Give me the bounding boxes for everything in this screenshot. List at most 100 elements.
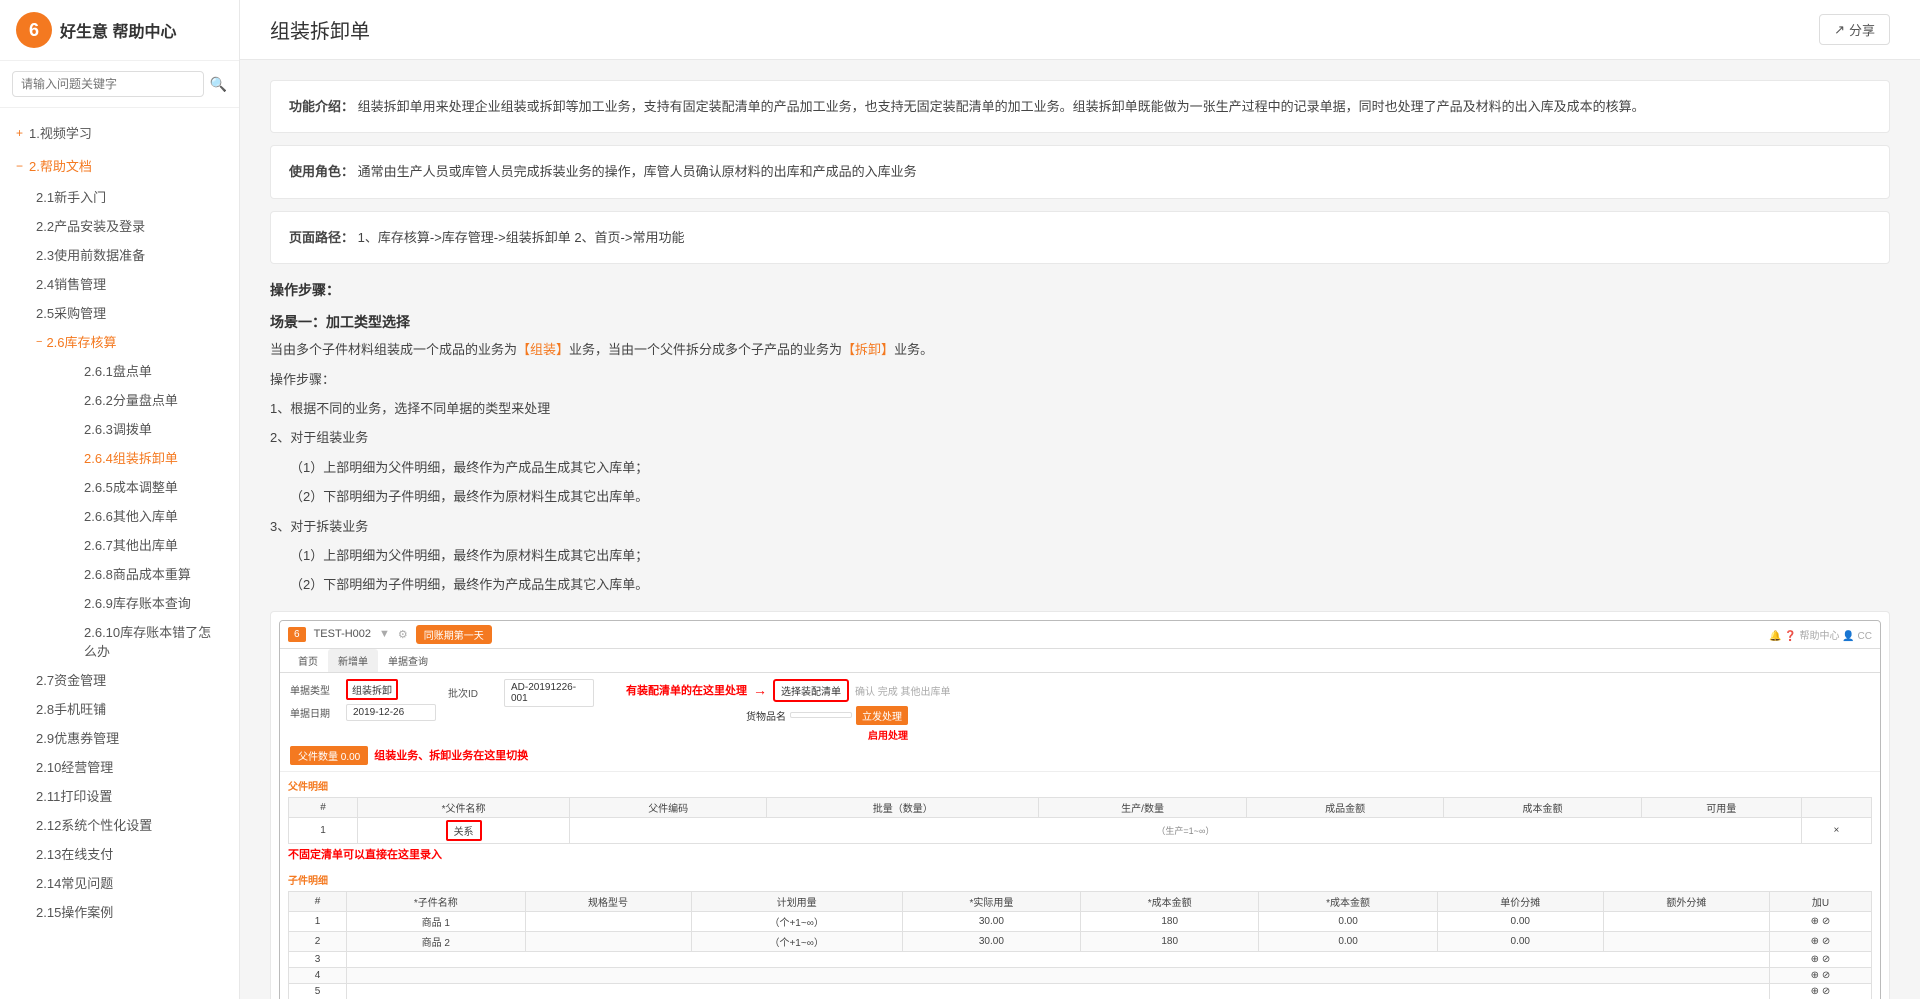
sim-orange-section-btn[interactable]: 父件数量 0.00 <box>290 746 368 765</box>
sim-td2-3: 3 <box>289 951 347 967</box>
sim-logo: 6 <box>288 627 306 642</box>
intro-text: 功能介绍： 组装拆卸单用来处理企业组装或拆卸等加工业务，支持有固定装配清单的产品… <box>289 95 1871 118</box>
sidebar-sub-faq[interactable]: 2.14常见问题 <box>0 868 239 897</box>
table-row: 1 关系 （生产=1~∞） × <box>289 817 1872 843</box>
sidebar-sub-print[interactable]: 2.11打印设置 <box>0 781 239 810</box>
sim-table2-area: 子件明细 # *子件名称 规格型号 计划用量 *实际用量 *成本金额 *成本金额 <box>280 866 1880 999</box>
sim-td2-empty3 <box>347 951 1770 967</box>
sim-td2-empty5 <box>347 983 1770 999</box>
sim-td-delete[interactable]: × <box>1801 817 1871 843</box>
sidebar-item-video[interactable]: + 1.视频学习 <box>0 116 239 149</box>
sim-screen: 6 TEST-H002 ▼ ⚙ 同账期第一天 🔔 ❓ 帮助中心 👤 CC 首页 … <box>279 620 1881 999</box>
sim-icons-right: 🔔 ❓ 帮助中心 👤 CC <box>1769 627 1872 642</box>
sim-annotation2-row: 父件数量 0.00 组装业务、拆卸业务在这里切换 <box>290 746 1870 765</box>
step2-sub1: （1）上部明细为父件明细，最终作为产成品生成其它入库单； <box>270 456 1890 479</box>
sim-annotation1-text: 有装配清单的在这里处理 <box>626 682 747 698</box>
sidebar-sub-install[interactable]: 2.2产品安装及登录 <box>0 211 239 240</box>
sidebar-sub-customize[interactable]: 2.12系统个性化设置 <box>0 810 239 839</box>
table-row: 2 商品 2 （个+1~∞） 30.00 180 0.00 0.00 ⊕ ⊘ <box>289 931 1872 951</box>
sidebar-sub-purchase[interactable]: 2.5采购管理 <box>0 298 239 327</box>
sim-period-btn[interactable]: 同账期第一天 <box>416 625 492 644</box>
table-row: 5 ⊕ ⊘ <box>289 983 1872 999</box>
sidebar-sub-assembly[interactable]: 2.6.4组装拆卸单 <box>48 443 239 472</box>
sidebar-sub-cases[interactable]: 2.15操作案例 <box>0 897 239 926</box>
sidebar-item-help-docs[interactable]: − 2.帮助文档 <box>0 149 239 182</box>
sim-nav-list[interactable]: 单据查询 <box>378 649 438 672</box>
sim-td2-5: 5 <box>289 983 347 999</box>
sim-td2-extra2 <box>1603 931 1769 951</box>
sidebar-sub-newcomer[interactable]: 2.1新手入门 <box>0 182 239 211</box>
sim-th2-action: 加U <box>1769 891 1871 911</box>
page-title: 组装拆卸单 <box>270 15 370 44</box>
sim-td2-1: 1 <box>289 911 347 931</box>
sidebar-sub-online-pay[interactable]: 2.13在线支付 <box>0 839 239 868</box>
sidebar: 6 好生意 帮助中心 🔍 + 1.视频学习 − 2.帮助文档 2.1新手入门 2… <box>0 0 240 999</box>
sim-td2-act1[interactable]: ⊕ ⊘ <box>1769 911 1871 931</box>
sidebar-sub-mobile[interactable]: 2.8手机旺铺 <box>0 694 239 723</box>
sim-td2-plan1: （个+1~∞） <box>691 911 902 931</box>
sim-th2-plan-qty: 计划用量 <box>691 891 902 911</box>
sim-td2-4: 4 <box>289 967 347 983</box>
expand-icon: + <box>16 126 23 140</box>
sim-label-type: 单据类型 <box>290 682 340 697</box>
sidebar-sub-adjust[interactable]: 2.6.3调拨单 <box>48 414 239 443</box>
sidebar-sub-data-prep[interactable]: 2.3使用前数据准备 <box>0 240 239 269</box>
sidebar-sub-other-out[interactable]: 2.6.7其他出库单 <box>48 530 239 559</box>
sim-td2-act4[interactable]: ⊕ ⊘ <box>1769 967 1871 983</box>
sim-label-batchid: 批次ID <box>448 685 498 700</box>
sim-dropdown-icon: ▼ <box>379 628 390 640</box>
sim-td2-2: 2 <box>289 931 347 951</box>
path-block: 页面路径： 1、库存核算->库存管理->组装拆卸单 2、首页->常用功能 <box>270 211 1890 264</box>
share-button[interactable]: ↗ 分享 <box>1819 14 1890 45</box>
sim-td2-actual2: 30.00 <box>902 931 1080 951</box>
sim-nav-assembly[interactable]: 新增单 <box>328 649 378 672</box>
search-input[interactable] <box>12 71 204 97</box>
sidebar-sub-cost-adjust[interactable]: 2.6.5成本调整单 <box>48 472 239 501</box>
sidebar-sub-stock-error[interactable]: 2.6.10库存账本错了怎么办 <box>48 617 239 665</box>
sim-td2-c1b: 0.00 <box>1259 911 1437 931</box>
scenario1-title: 场景一：加工类型选择 <box>270 312 1890 332</box>
sim-th2-actual-qty: *实际用量 <box>902 891 1080 911</box>
table-row: 1 商品 1 （个+1~∞） 30.00 180 0.00 0.00 ⊕ ⊘ <box>289 911 1872 931</box>
sim-annotation1-btn[interactable]: 选择装配清单 <box>773 679 849 702</box>
main-content: 组装拆卸单 ↗ 分享 功能介绍： 组装拆卸单用来处理企业组装或拆卸等加工业务，支… <box>240 0 1920 999</box>
sim-search-input[interactable] <box>790 712 852 718</box>
sim-annotation2-text: 组装业务、拆卸业务在这里切换 <box>374 747 528 763</box>
sidebar-sub-partial-stocktake[interactable]: 2.6.2分量盘点单 <box>48 385 239 414</box>
sidebar-sub-finance[interactable]: 2.7资金管理 <box>0 665 239 694</box>
sim-td2-unit1: 0.00 <box>1437 911 1603 931</box>
sim-nav-home[interactable]: 首页 <box>288 649 328 672</box>
sidebar-sub-inventory[interactable]: − 2.6库存核算 <box>0 327 239 356</box>
sim-th-action1 <box>1801 797 1871 817</box>
sim-td2-spec2 <box>525 931 691 951</box>
sim-th-cost-amount: 成本金额 <box>1444 797 1641 817</box>
sim-th2-extra-alloc: 额外分摊 <box>1603 891 1769 911</box>
sim-th2-cost1: *成本金额 <box>1081 891 1259 911</box>
ops-section-title: 操作步骤： <box>270 280 1890 300</box>
sim-table1-header: 父件明细 <box>288 776 1872 795</box>
sidebar-sub-other-in[interactable]: 2.6.6其他入库单 <box>48 501 239 530</box>
sim-search-btn[interactable]: 立发处理 <box>856 706 908 725</box>
sim-annotation3-wrap: 启用处理 <box>868 727 908 742</box>
sidebar-sub-sales[interactable]: 2.4销售管理 <box>0 269 239 298</box>
sim-td2-act5[interactable]: ⊕ ⊘ <box>1769 983 1871 999</box>
sidebar-sub-goods-cost[interactable]: 2.6.8商品成本重算 <box>48 559 239 588</box>
sim-td2-c2b: 0.00 <box>1259 931 1437 951</box>
sim-td2-act3[interactable]: ⊕ ⊘ <box>1769 951 1871 967</box>
search-icon[interactable]: 🔍 <box>210 76 227 93</box>
sidebar-item-label: 2.帮助文档 <box>29 156 92 175</box>
sidebar-sub-stocktake[interactable]: 2.6.1盘点单 <box>48 356 239 385</box>
sim-value-date: 2019-12-26 <box>346 704 436 721</box>
sim-td2-act2[interactable]: ⊕ ⊘ <box>1769 931 1871 951</box>
sidebar-sub-coupon[interactable]: 2.9优惠券管理 <box>0 723 239 752</box>
step1: 1、根据不同的业务，选择不同单据的类型来处理 <box>270 397 1890 420</box>
sidebar-sub-ops[interactable]: 2.10经营管理 <box>0 752 239 781</box>
table-row: 3 ⊕ ⊘ <box>289 951 1872 967</box>
sim-td2-c2a: 180 <box>1081 931 1259 951</box>
sim-td-num: 1 <box>289 817 358 843</box>
sidebar-sub-stock-query[interactable]: 2.6.9库存账本查询 <box>48 588 239 617</box>
sim-td2-name1: 商品 1 <box>347 911 525 931</box>
sim-search-label: 货物品名 <box>746 708 786 723</box>
logo-area: 6 好生意 帮助中心 <box>0 0 239 61</box>
sim-form-row1: 单据类型 组装拆卸 <box>290 679 436 700</box>
